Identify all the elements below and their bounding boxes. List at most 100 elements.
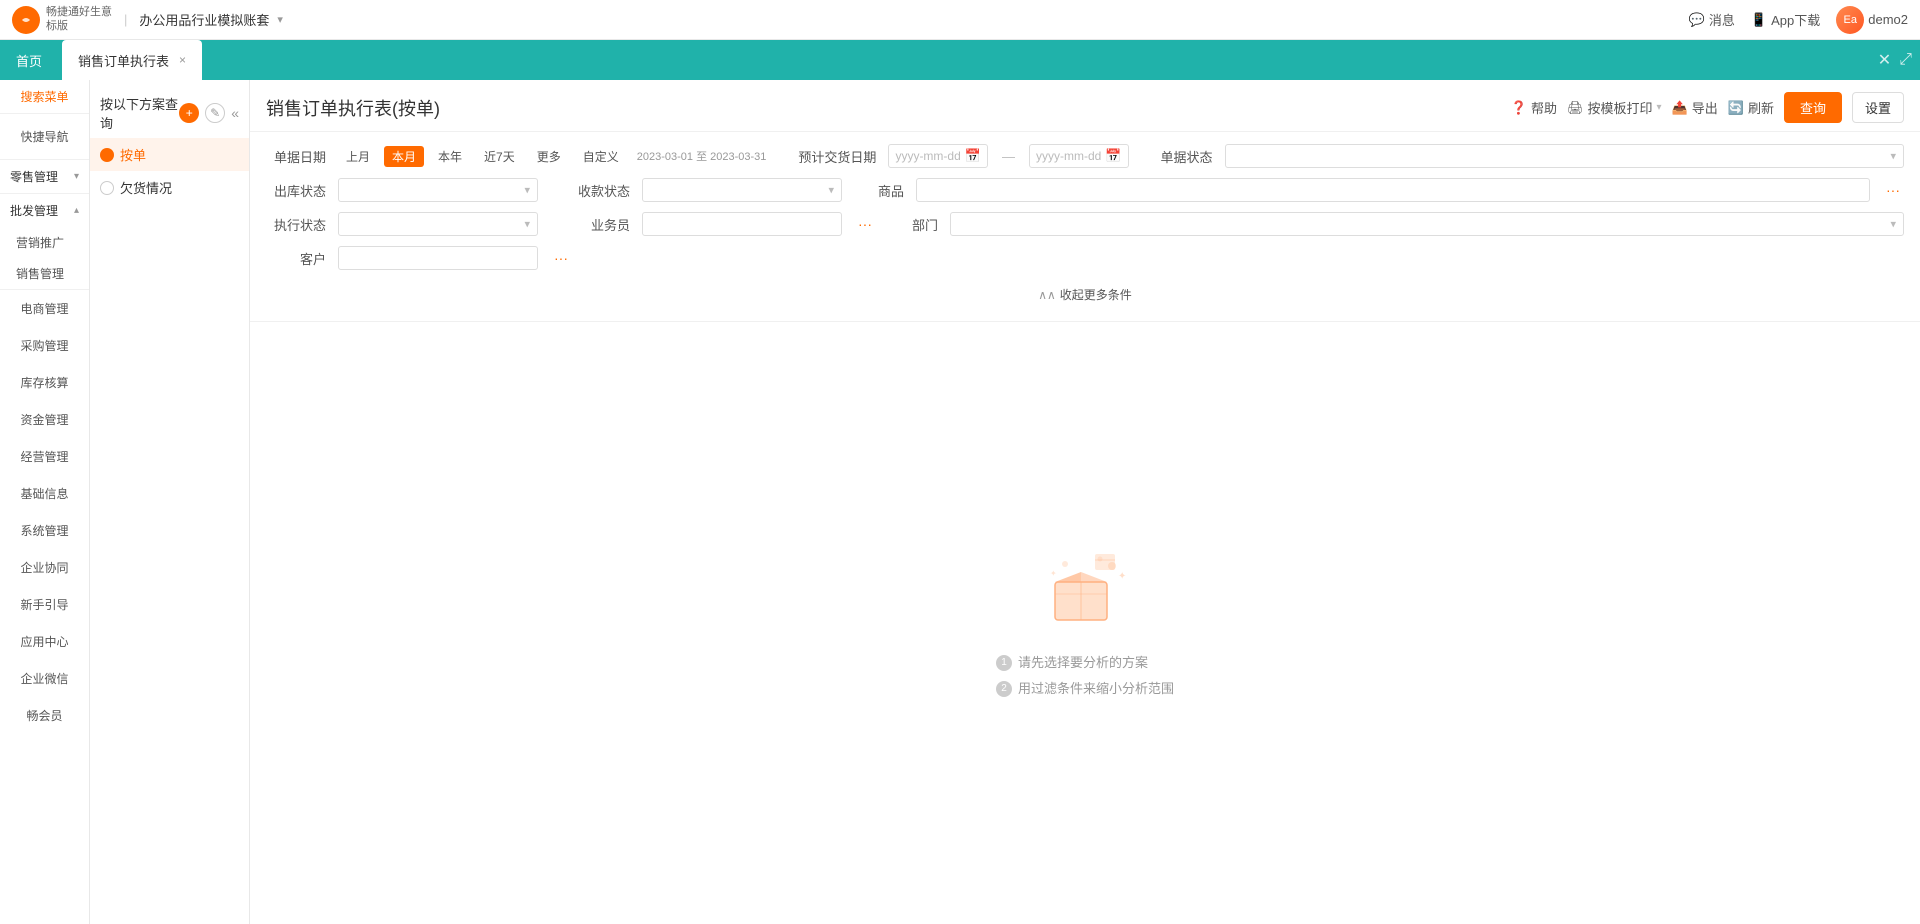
search-button[interactable]: 查询 — [1784, 92, 1842, 123]
expected-date-start[interactable]: yyyy-mm-dd 📅 — [888, 144, 988, 168]
sidebar-item-finance[interactable]: 资金管理 — [0, 401, 89, 438]
filter-row-1: 单据日期 上月 本月 本年 近7天 更多 自定义 2023-03-01 至 20… — [266, 144, 1904, 168]
left-panel-collapse-icon[interactable]: « — [231, 105, 239, 121]
wholesale-arrow-icon: ▴ — [74, 205, 79, 216]
salesperson-label: 业务员 — [570, 215, 630, 234]
left-panel-item-by-order[interactable]: 按单 — [90, 138, 249, 171]
sidebar-item-member[interactable]: 畅会员 — [0, 697, 89, 734]
payment-status-select[interactable] — [642, 178, 842, 202]
left-panel-item-shortage[interactable]: 欠货情况 — [90, 171, 249, 204]
header-left: 畅捷通好生意 标版 | 办公用品行业模拟账套 ▾ — [12, 6, 283, 34]
filter-area: 单据日期 上月 本月 本年 近7天 更多 自定义 2023-03-01 至 20… — [250, 132, 1920, 322]
left-panel-actions: + ✎ « — [179, 103, 239, 123]
filter-row-4: 客户 ··· — [266, 246, 1904, 270]
tab-home[interactable]: 首页 — [0, 40, 58, 80]
salesperson-more-icon[interactable]: ··· — [854, 216, 876, 232]
tab-bar-right: ✕ ⤢ — [1878, 50, 1920, 70]
end-date-placeholder: yyyy-mm-dd — [1036, 149, 1101, 163]
doc-status-label: 单据状态 — [1161, 147, 1213, 166]
date-tab-7days[interactable]: 近7天 — [476, 146, 523, 167]
customer-more-icon[interactable]: ··· — [550, 250, 572, 266]
tab-sales-order[interactable]: 销售订单执行表 × — [62, 40, 202, 80]
tab-close-icon[interactable]: × — [179, 53, 186, 67]
download-icon: 📱 — [1751, 12, 1767, 28]
tab-expand-icon[interactable]: ⤢ — [1899, 51, 1912, 69]
svg-text:✦: ✦ — [1050, 569, 1057, 578]
refresh-button[interactable]: 🔄 刷新 — [1728, 98, 1774, 117]
page-title-bar: 销售订单执行表(按单) ❓ 帮助 🖨 按模板打印 ▾ 📤 — [250, 80, 1920, 132]
sidebar-item-sales[interactable]: 销售管理 — [0, 258, 89, 289]
expected-date-label: 预计交货日期 — [798, 147, 876, 166]
sidebar-item-operations[interactable]: 经营管理 — [0, 438, 89, 475]
print-icon: 🖨 — [1567, 100, 1584, 116]
retail-arrow-icon: ▾ — [74, 171, 79, 182]
item-dot-active — [100, 148, 114, 162]
collapse-arrow-icon: ∧∧ — [1038, 288, 1056, 302]
messages-button[interactable]: 💬 消息 — [1689, 10, 1735, 29]
tip-num-1: 1 — [996, 655, 1012, 671]
sidebar-retail-header[interactable]: 零售管理 ▾ — [0, 160, 89, 193]
user-profile[interactable]: Ea demo2 — [1836, 6, 1908, 34]
start-date-placeholder: yyyy-mm-dd — [895, 149, 960, 163]
avatar: Ea — [1836, 6, 1864, 34]
filter-row-3: 执行状态 业务员 ··· 部门 — [266, 212, 1904, 236]
salesperson-input[interactable] — [642, 212, 842, 236]
sidebar-search[interactable]: 搜索菜单 — [0, 80, 89, 114]
sidebar: 搜索菜单 快捷导航 零售管理 ▾ 批发管理 ▴ 营销推广 销售管理 电商管理 采… — [0, 80, 90, 924]
product-more-icon[interactable]: ··· — [1882, 182, 1904, 198]
breadcrumb-separator: | — [124, 12, 127, 27]
content-area: 按以下方案查询 + ✎ « 按单 欠货情况 — [90, 80, 1920, 924]
shipment-status-select[interactable] — [338, 178, 538, 202]
sidebar-item-purchase[interactable]: 采购管理 — [0, 327, 89, 364]
sidebar-item-inventory[interactable]: 库存核算 — [0, 364, 89, 401]
app-download-button[interactable]: 📱 App下载 — [1751, 10, 1820, 29]
left-panel-edit-button[interactable]: ✎ — [205, 103, 225, 123]
tab-bar: 首页 销售订单执行表 × ✕ ⤢ — [0, 40, 1920, 80]
export-icon: 📤 — [1672, 100, 1688, 116]
left-panel-add-button[interactable]: + — [179, 103, 199, 123]
date-tab-custom[interactable]: 自定义 — [575, 146, 627, 167]
left-panel-title: 按以下方案查询 — [100, 94, 179, 132]
settings-button[interactable]: 设置 — [1852, 92, 1904, 123]
date-tab-this-year[interactable]: 本年 — [430, 146, 470, 167]
calendar-end-icon: 📅 — [1105, 148, 1121, 164]
main-layout: 搜索菜单 快捷导航 零售管理 ▾ 批发管理 ▴ 营销推广 销售管理 电商管理 采… — [0, 80, 1920, 924]
date-tab-this-month[interactable]: 本月 — [384, 146, 424, 167]
expected-date-end[interactable]: yyyy-mm-dd 📅 — [1029, 144, 1129, 168]
sidebar-item-enterprise[interactable]: 企业协同 — [0, 549, 89, 586]
left-panel-label-by-order: 按单 — [120, 145, 146, 164]
help-icon: ❓ — [1511, 100, 1527, 116]
sidebar-item-new-guide[interactable]: 新手引导 — [0, 586, 89, 623]
calendar-start-icon: 📅 — [965, 148, 981, 164]
doc-status-select[interactable] — [1225, 144, 1904, 168]
sidebar-item-wechat[interactable]: 企业微信 — [0, 660, 89, 697]
sidebar-item-app-center[interactable]: 应用中心 — [0, 623, 89, 660]
sidebar-item-system[interactable]: 系统管理 — [0, 512, 89, 549]
payment-status-label: 收款状态 — [570, 181, 630, 200]
shipment-status-label: 出库状态 — [266, 181, 326, 200]
help-button[interactable]: ❓ 帮助 — [1511, 98, 1557, 117]
print-button[interactable]: 🖨 按模板打印 ▾ — [1567, 98, 1662, 117]
filter-row-2: 出库状态 收款状态 商品 — [266, 178, 1904, 202]
sidebar-item-marketing[interactable]: 营销推广 — [0, 227, 89, 258]
date-tab-last-month[interactable]: 上月 — [338, 146, 378, 167]
product-input[interactable] — [916, 178, 1870, 202]
logo-text: 畅捷通好生意 标版 — [46, 6, 112, 32]
tab-close-window-icon[interactable]: ✕ — [1878, 50, 1891, 70]
sidebar-item-ecommerce[interactable]: 电商管理 — [0, 290, 89, 327]
doc-status-select-wrap — [1225, 144, 1904, 168]
sidebar-nav: 快捷导航 — [0, 114, 89, 160]
empty-tip-row-2: 2 用过滤条件来缩小分析范围 — [996, 676, 1174, 702]
export-button[interactable]: 📤 导出 — [1672, 98, 1718, 117]
exec-status-select[interactable] — [338, 212, 538, 236]
date-tab-more[interactable]: 更多 — [529, 146, 569, 167]
customer-input[interactable] — [338, 246, 538, 270]
left-panel-label-shortage: 欠货情况 — [120, 178, 172, 197]
sidebar-item-quick-nav[interactable]: 快捷导航 — [0, 120, 89, 153]
sidebar-wholesale-header[interactable]: 批发管理 ▴ — [0, 194, 89, 227]
breadcrumb-chevron-icon[interactable]: ▾ — [277, 13, 283, 26]
sidebar-item-base-info[interactable]: 基础信息 — [0, 475, 89, 512]
customer-label: 客户 — [266, 249, 326, 268]
dept-select[interactable] — [950, 212, 1904, 236]
collapse-button[interactable]: ∧∧ 收起更多条件 — [266, 280, 1904, 309]
